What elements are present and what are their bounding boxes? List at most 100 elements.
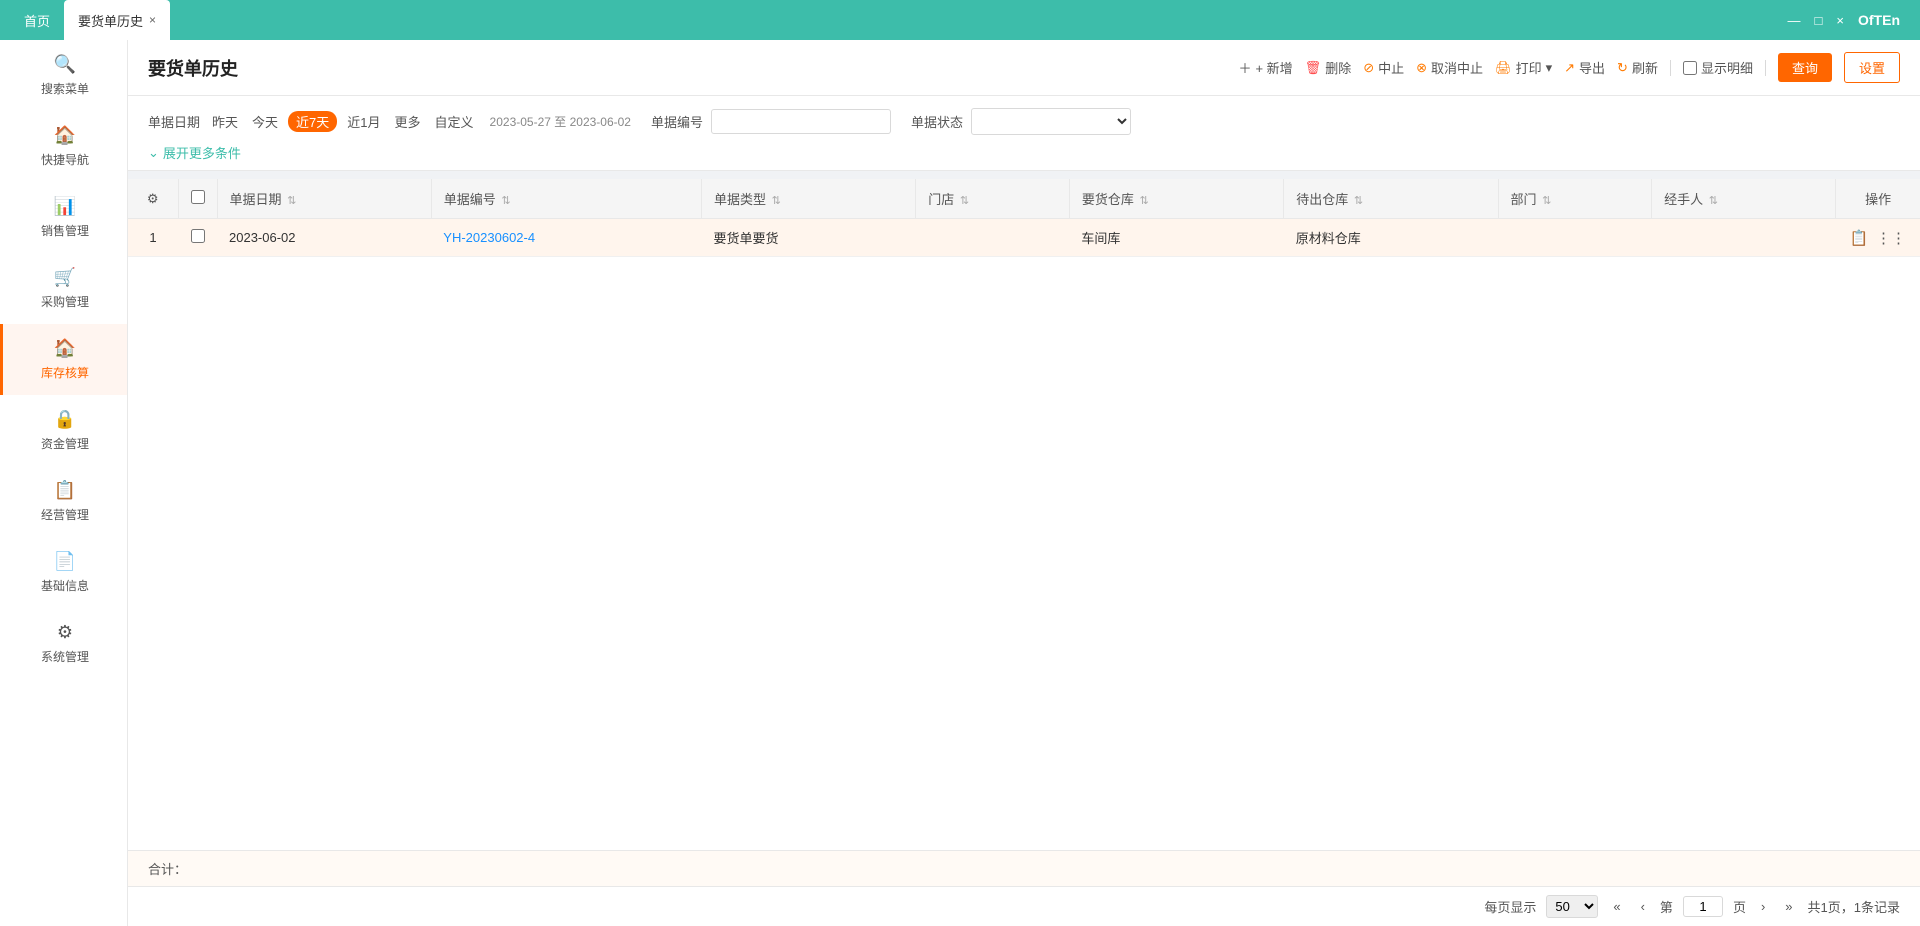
refresh-button[interactable]: ↻ 刷新: [1617, 58, 1658, 77]
cancel-stop-button[interactable]: ⊗ 取消中止: [1416, 58, 1483, 77]
sort-store-icon: ⇅: [960, 195, 969, 207]
row-edit-icon[interactable]: 📋: [1850, 230, 1869, 247]
sidebar-label-system: 系统管理: [41, 648, 89, 665]
sidebar-item-finance[interactable]: 🔒 资金管理: [0, 395, 127, 466]
col-department[interactable]: 部门 ⇅: [1498, 179, 1652, 219]
tab-home[interactable]: 首页: [10, 0, 64, 40]
sidebar-label-search-menu: 搜索菜单: [41, 80, 89, 97]
col-doctype[interactable]: 单据类型 ⇅: [701, 179, 915, 219]
sidebar: 🔍 搜索菜单 🏠 快捷导航 📊 销售管理 🛒 采购管理 🏠 库存核算 🔒 资金管…: [0, 40, 128, 926]
sidebar-item-basic-info[interactable]: 📄 基础信息: [0, 537, 127, 608]
pagination: 每页显示 10 20 50 100 « ‹ 第 页 › » 共1页，1条记录: [128, 886, 1920, 926]
brand-name: OfTEn: [1858, 12, 1900, 28]
total-records-label: 共1页，1条记录: [1808, 897, 1900, 916]
stop-button[interactable]: ⊘ 中止: [1363, 58, 1404, 77]
sidebar-item-inventory[interactable]: 🏠 库存核算: [0, 324, 127, 395]
page-title: 要货单历史: [148, 55, 238, 81]
inventory-icon: 🏠: [54, 338, 76, 359]
display-detail-checkbox[interactable]: [1683, 61, 1697, 75]
col-docno[interactable]: 单据编号 ⇅: [431, 179, 701, 219]
export-icon: ↗: [1564, 60, 1575, 76]
query-button[interactable]: 查询: [1778, 53, 1832, 82]
row-docno: YH-20230602-4: [431, 219, 701, 257]
main-layout: 🔍 搜索菜单 🏠 快捷导航 📊 销售管理 🛒 采购管理 🏠 库存核算 🔒 资金管…: [0, 40, 1920, 926]
sidebar-item-purchase[interactable]: 🛒 采购管理: [0, 253, 127, 324]
row-docno-link[interactable]: YH-20230602-4: [443, 230, 535, 245]
row-warehouse: 车间库: [1069, 219, 1283, 257]
next-page-button[interactable]: ›: [1756, 898, 1770, 915]
col-out-warehouse[interactable]: 待出仓库 ⇅: [1284, 179, 1498, 219]
row-department: [1498, 219, 1652, 257]
sort-doctype-icon: ⇅: [772, 195, 781, 207]
sort-docno-icon: ⇅: [501, 195, 510, 207]
col-warehouse[interactable]: 要货仓库 ⇅: [1069, 179, 1283, 219]
expand-filter-button[interactable]: ⌄ 展开更多条件: [148, 143, 1900, 162]
sort-handler-icon: ⇅: [1709, 195, 1718, 207]
content-area: 要货单历史 ＋ + 新增 🗑 删除 ⊘ 中止 ⊗ 取消中止: [128, 40, 1920, 926]
sidebar-label-operations: 经营管理: [41, 506, 89, 523]
tab-close-icon[interactable]: ×: [149, 13, 156, 27]
col-store[interactable]: 门店 ⇅: [916, 179, 1070, 219]
status-select[interactable]: [971, 108, 1131, 135]
first-page-button[interactable]: «: [1608, 898, 1625, 915]
row-doctype: 要货单要货: [701, 219, 915, 257]
row-date: 2023-06-02: [217, 219, 431, 257]
col-handler[interactable]: 经手人 ⇅: [1652, 179, 1836, 219]
export-button[interactable]: ↗ 导出: [1564, 58, 1605, 77]
shortcut-7days[interactable]: 近7天: [288, 111, 337, 132]
cancel-stop-icon: ⊗: [1416, 60, 1427, 76]
page-label: 第: [1660, 897, 1673, 916]
page-input[interactable]: [1683, 896, 1723, 917]
sidebar-label-sales: 销售管理: [41, 222, 89, 239]
delete-button[interactable]: 🗑 删除: [1305, 58, 1352, 77]
print-button[interactable]: 🖨 打印 ▾: [1495, 58, 1552, 77]
top-bar: 首页 要货单历史 × — □ × OfTEn: [0, 0, 1920, 40]
last-page-button[interactable]: »: [1780, 898, 1797, 915]
print-dropdown-icon[interactable]: ▾: [1546, 60, 1553, 76]
col-checkbox: [178, 179, 217, 219]
chart-icon: 📊: [54, 196, 76, 217]
data-table: ⚙ 单据日期 ⇅ 单据编号 ⇅ 单据类型 ⇅: [128, 179, 1920, 257]
status-filter-group: 单据状态: [911, 108, 1131, 135]
summary-label: 合计：: [148, 859, 187, 878]
sidebar-item-sales[interactable]: 📊 销售管理: [0, 182, 127, 253]
sort-date-icon: ⇅: [287, 195, 296, 207]
sidebar-item-operations[interactable]: 📋 经营管理: [0, 466, 127, 537]
select-all-checkbox[interactable]: [191, 190, 205, 204]
summary-bar: 合计：: [128, 850, 1920, 886]
sidebar-item-search-menu[interactable]: 🔍 搜索菜单: [0, 40, 127, 111]
stop-icon: ⊘: [1363, 60, 1374, 76]
row-more-icon[interactable]: ⋮⋮: [1876, 230, 1906, 247]
shortcut-custom[interactable]: 自定义: [431, 111, 478, 132]
window-close[interactable]: ×: [1836, 13, 1844, 28]
per-page-label: 每页显示: [1484, 897, 1536, 916]
prev-page-button[interactable]: ‹: [1636, 898, 1650, 915]
cart-icon: 🛒: [54, 267, 76, 288]
sidebar-item-system[interactable]: ⚙ 系统管理: [0, 608, 127, 679]
settings-button[interactable]: 设置: [1844, 52, 1900, 83]
shortcut-more[interactable]: 更多: [391, 111, 425, 132]
new-button[interactable]: ＋ + 新增: [1238, 58, 1292, 77]
sort-dept-icon: ⇅: [1542, 195, 1551, 207]
display-detail-toggle[interactable]: 显示明细: [1683, 58, 1753, 77]
sort-warehouse-icon: ⇅: [1140, 195, 1149, 207]
shortcut-today[interactable]: 今天: [248, 111, 282, 132]
window-minimize[interactable]: —: [1788, 13, 1801, 28]
date-range-display: 2023-05-27 至 2023-06-02: [490, 113, 631, 130]
doc-no-filter-group: 单据编号: [651, 109, 891, 134]
sidebar-item-quick-nav[interactable]: 🏠 快捷导航: [0, 111, 127, 182]
doc-no-input[interactable]: [711, 109, 891, 134]
expand-icon: ⌄: [148, 145, 159, 161]
shortcut-yesterday[interactable]: 昨天: [208, 111, 242, 132]
date-shortcuts: 昨天 今天 近7天 近1月 更多 自定义: [208, 111, 478, 132]
col-settings[interactable]: ⚙: [128, 179, 178, 219]
row-check: [178, 219, 217, 257]
per-page-select[interactable]: 10 20 50 100: [1546, 895, 1598, 918]
shortcut-1month[interactable]: 近1月: [343, 111, 384, 132]
col-date[interactable]: 单据日期 ⇅: [217, 179, 431, 219]
tab-active[interactable]: 要货单历史 ×: [64, 0, 170, 40]
row-checkbox[interactable]: [191, 229, 205, 243]
window-maximize[interactable]: □: [1815, 13, 1823, 28]
doc-icon: 📄: [54, 551, 76, 572]
row-out-warehouse: 原材料仓库: [1284, 219, 1498, 257]
